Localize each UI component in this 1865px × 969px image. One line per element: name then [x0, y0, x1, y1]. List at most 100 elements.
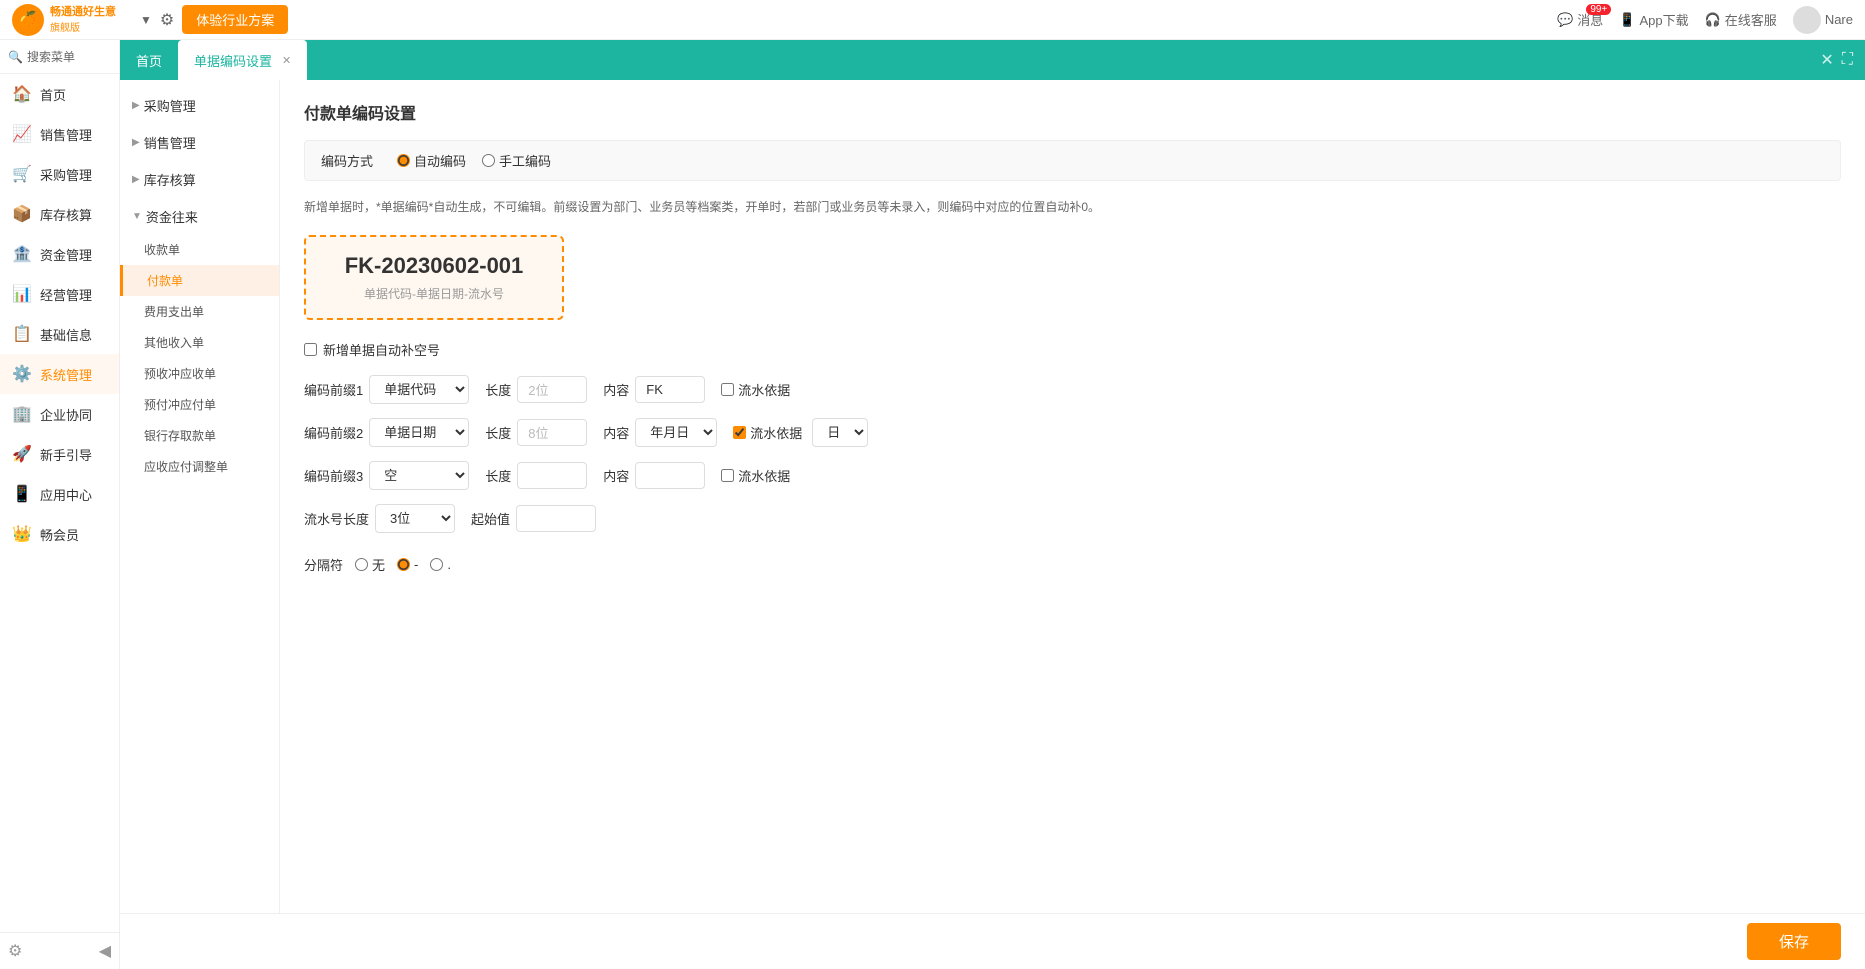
message-item[interactable]: 💬 消息 99+ [1557, 10, 1603, 29]
form-section: 编码前缀1 单据代码 单据日期 空 长度 内容 [304, 375, 1841, 574]
sidebar-item-operations[interactable]: 📊 经营管理 [0, 274, 119, 314]
service-icon: 🎧 [1705, 12, 1721, 28]
start-value-label: 起始值 [471, 509, 510, 528]
prefix1-serial-checkbox[interactable] [721, 383, 734, 396]
serial-length-select[interactable]: 3位 4位 5位 [375, 504, 455, 533]
start-value-group: 起始值 1 [471, 505, 596, 532]
auto-encoding-radio[interactable] [397, 154, 410, 167]
prefix3-select[interactable]: 空 单据代码 单据日期 [369, 461, 469, 490]
save-button[interactable]: 保存 [1747, 923, 1841, 960]
prefix2-select[interactable]: 单据日期 单据代码 空 [369, 418, 469, 447]
sep-none-radio-label[interactable]: 无 [355, 555, 385, 574]
settings-icon[interactable]: ⚙ [160, 10, 174, 30]
prefix2-length-input[interactable] [517, 419, 587, 446]
sidebar-item-system[interactable]: ⚙️ 系统管理 [0, 354, 119, 394]
sidebar-item-inventory[interactable]: 📦 库存核算 [0, 194, 119, 234]
sep-dot-radio[interactable] [430, 558, 443, 571]
experience-btn[interactable]: 体验行业方案 [182, 5, 288, 34]
sidebar-item-sales[interactable]: 📈 销售管理 [0, 114, 119, 154]
leftnav-item-advance-receivable[interactable]: 预收冲应收单 [120, 358, 279, 389]
start-value-input[interactable]: 1 [516, 505, 596, 532]
preview-code: FK-20230602-001 [330, 253, 538, 279]
main-layout: 🔍 搜索菜单 🏠 首页 📈 销售管理 🛒 采购管理 📦 库存核算 🏦 资金管理 … [0, 40, 1865, 969]
sidebar-item-guide[interactable]: 🚀 新手引导 [0, 434, 119, 474]
logo-sub: 旗舰版 [50, 19, 116, 34]
leftnav-group-inventory-title[interactable]: ▶ 库存核算 [120, 162, 279, 197]
inner-layout: ▶ 采购管理 ▶ 销售管理 ▶ 库存核算 [120, 80, 1865, 913]
logo: 🍊 畅通通好生意 旗舰版 [12, 4, 132, 36]
sep-dot-radio-label[interactable]: . [430, 557, 451, 572]
serial-row: 流水号长度 3位 4位 5位 起始值 1 [304, 504, 1841, 533]
sidebar-bottom: ⚙ ◀ [0, 932, 119, 969]
sales-icon: 📈 [12, 124, 32, 144]
prefix1-content-group: 内容 [603, 376, 705, 403]
tab-encoding[interactable]: 单据编码设置 ✕ [178, 40, 307, 80]
prefix2-serial-unit-select[interactable]: 日 月 年 [812, 418, 868, 447]
leftnav-group-purchase-title[interactable]: ▶ 采购管理 [120, 88, 279, 123]
sidebar-item-finance[interactable]: 🏦 资金管理 [0, 234, 119, 274]
online-service-item[interactable]: 🎧 在线客服 [1705, 10, 1777, 29]
manual-encoding-radio-label[interactable]: 手工编码 [482, 151, 551, 170]
prefix3-serial-checkbox[interactable] [721, 469, 734, 482]
leftnav-item-other-income[interactable]: 其他收入单 [120, 327, 279, 358]
leftnav-item-advance-payable[interactable]: 预付冲应付单 [120, 389, 279, 420]
sep-dot-label: . [447, 557, 451, 572]
prefix2-serial-checkbox[interactable] [733, 426, 746, 439]
page-title: 付款单编码设置 [304, 100, 1841, 124]
sep-dash-radio[interactable] [397, 558, 410, 571]
auto-encoding-label: 自动编码 [414, 151, 466, 170]
sidebar-item-label: 系统管理 [40, 365, 92, 384]
manual-encoding-radio[interactable] [482, 154, 495, 167]
prefix3-content-group: 内容 [603, 462, 705, 489]
encoding-type-label: 编码方式 [321, 151, 373, 170]
prefix3-label: 编码前缀3 [304, 466, 363, 485]
leftnav-item-bank-deposit[interactable]: 银行存取款单 [120, 420, 279, 451]
sidebar-item-home[interactable]: 🏠 首页 [0, 74, 119, 114]
leftnav-group-capital-title[interactable]: ▼ 资金往来 [120, 199, 279, 234]
user-info[interactable]: Nare [1793, 6, 1853, 34]
auto-fill-checkbox[interactable] [304, 343, 317, 356]
prefix3-content-input[interactable] [635, 462, 705, 489]
prefix1-group: 编码前缀1 单据代码 单据日期 空 [304, 375, 469, 404]
tab-maximize-icon[interactable]: ⛶ [1842, 51, 1853, 69]
sidebar-item-enterprise[interactable]: 🏢 企业协同 [0, 394, 119, 434]
prefix1-content-label: 内容 [603, 380, 629, 399]
prefix2-serial-group: 流水依据 日 月 年 [733, 418, 868, 447]
leftnav-item-payment[interactable]: 付款单 [120, 265, 279, 296]
leftnav-item-expense[interactable]: 费用支出单 [120, 296, 279, 327]
sidebar-item-purchase[interactable]: 🛒 采购管理 [0, 154, 119, 194]
sep-dash-radio-label[interactable]: - [397, 557, 418, 572]
prefix1-row: 编码前缀1 单据代码 单据日期 空 长度 内容 [304, 375, 1841, 404]
prefix1-content-input[interactable] [635, 376, 705, 403]
sidebar-item-member[interactable]: 👑 畅会员 [0, 514, 119, 554]
prefix1-length-input[interactable] [517, 376, 587, 403]
arrow-right-icon: ▶ [132, 137, 140, 148]
tab-home[interactable]: 首页 [120, 40, 178, 80]
leftnav-purchase-label: 采购管理 [144, 96, 196, 115]
bottom-settings-icon[interactable]: ⚙ [8, 941, 22, 961]
sidebar-item-label: 采购管理 [40, 165, 92, 184]
prefix3-length-input[interactable] [517, 462, 587, 489]
leftnav-item-receipt[interactable]: 收款单 [120, 234, 279, 265]
prefix2-content-select[interactable]: 年月日 年月 年 [635, 418, 717, 447]
message-badge: 99+ [1586, 4, 1611, 15]
search-menu[interactable]: 🔍 搜索菜单 [0, 40, 119, 74]
leftnav-item-ar-ap-adjust[interactable]: 应收应付调整单 [120, 451, 279, 482]
sidebar-item-label: 经营管理 [40, 285, 92, 304]
top-dropdown[interactable]: ▼ [140, 13, 152, 27]
auto-encoding-radio-label[interactable]: 自动编码 [397, 151, 466, 170]
prefix1-select[interactable]: 单据代码 单据日期 空 [369, 375, 469, 404]
main-content: 付款单编码设置 编码方式 自动编码 手工编码 新增单据时，*单据编码*自动生成，… [280, 80, 1865, 913]
tab-close-icon[interactable]: ✕ [282, 54, 291, 67]
collapse-icon[interactable]: ◀ [99, 941, 111, 961]
leftnav-group-sales: ▶ 销售管理 [120, 125, 279, 160]
leftnav-group-sales-title[interactable]: ▶ 销售管理 [120, 125, 279, 160]
tab-home-label: 首页 [136, 51, 162, 70]
sidebar-item-apps[interactable]: 📱 应用中心 [0, 474, 119, 514]
sep-none-radio[interactable] [355, 558, 368, 571]
tab-minimize-icon[interactable]: ✕ [1820, 50, 1833, 70]
sidebar-item-basic[interactable]: 📋 基础信息 [0, 314, 119, 354]
content-area: 首页 单据编码设置 ✕ ✕ ⛶ ▶ 采购管理 [120, 40, 1865, 969]
sep-dash-label: - [414, 557, 418, 572]
app-download-item[interactable]: 📱 App下载 [1619, 10, 1688, 29]
